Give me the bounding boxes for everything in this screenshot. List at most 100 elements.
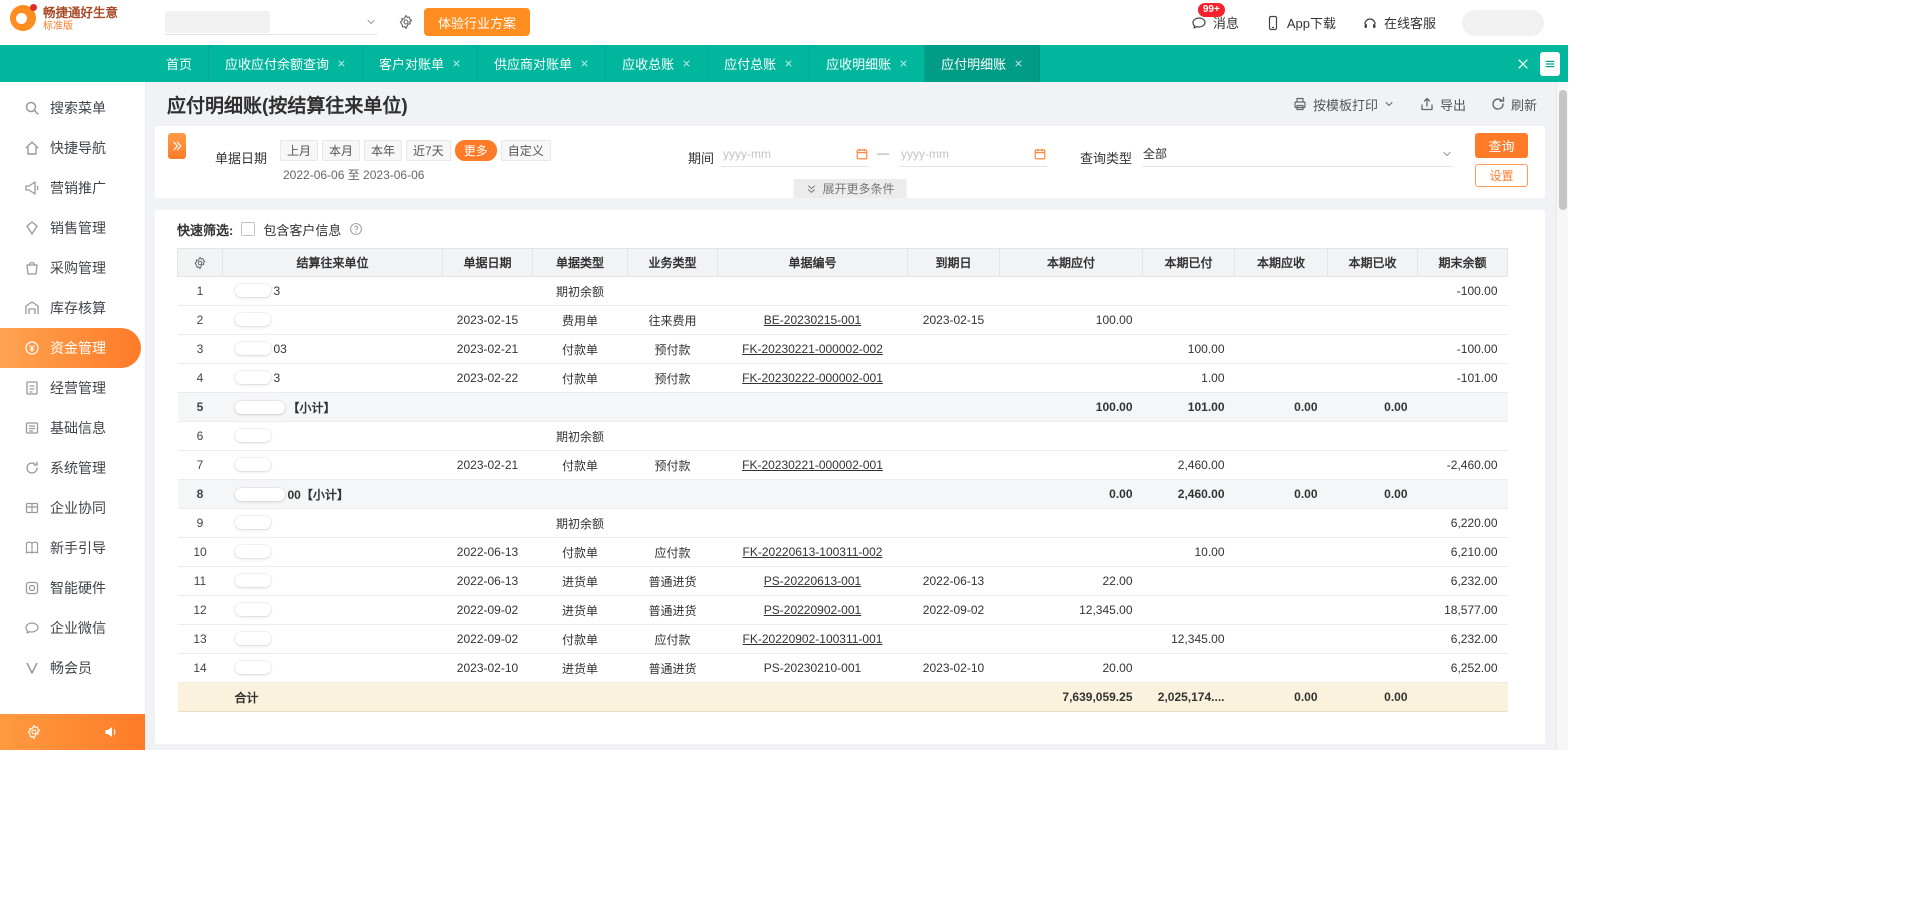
export-icon <box>1419 96 1435 112</box>
doc-no[interactable]: FK-20220613-100311-002 <box>717 537 908 567</box>
search-button[interactable]: 查询 <box>1475 133 1528 158</box>
tab-close-icon[interactable] <box>899 59 908 68</box>
calendar-icon[interactable] <box>1033 147 1047 161</box>
sidebar-item-marketing[interactable]: 营销推广 <box>0 168 145 208</box>
include-customer-checkbox[interactable] <box>241 222 256 236</box>
print-by-template-button[interactable]: 按模板打印 <box>1292 95 1395 114</box>
tab-close-icon[interactable] <box>337 59 346 68</box>
vertical-scrollbar[interactable] <box>1556 82 1568 750</box>
settlement-partner <box>222 537 443 567</box>
sidebar-item-sales[interactable]: 销售管理 <box>0 208 145 248</box>
period-receivable <box>1234 305 1328 335</box>
period-from-input[interactable] <box>721 145 851 162</box>
scrollbar-thumb[interactable] <box>1559 90 1567 210</box>
tab-home[interactable]: 首页 <box>150 45 210 82</box>
collapse-filters-button[interactable] <box>168 133 186 159</box>
calendar-icon[interactable] <box>855 147 869 161</box>
table-row: 3 03 2023-02-21 付款单 预付款 FK-20230221-000002-00… <box>177 334 1508 364</box>
tab-strip: 首页 应收应付余额查询 客户对账单 供应商对账单 应收总账 应付总账 应收明细账 应付明细账 <box>150 45 1041 82</box>
include-customer-label[interactable]: 包含客户信息 <box>263 220 341 239</box>
tab-ar-ap-balance[interactable]: 应收应付余额查询 <box>209 45 364 82</box>
period-received <box>1327 595 1418 625</box>
gear-icon[interactable] <box>398 14 414 30</box>
volume-icon[interactable] <box>103 724 119 740</box>
sidebar-item-beginner-guide[interactable]: 新手引导 <box>0 528 145 568</box>
tab-close-icon[interactable] <box>452 59 461 68</box>
column-header-settlement-partner[interactable]: 结算往来单位 <box>222 248 443 277</box>
sidebar-item-collaboration[interactable]: 企业协同 <box>0 488 145 528</box>
range-custom-button[interactable]: 自定义 <box>500 140 551 161</box>
range-button-3[interactable]: 近7天 <box>406 140 451 161</box>
org-selector[interactable] <box>165 9 377 35</box>
tab-close-icon[interactable] <box>784 59 793 68</box>
sidebar-item-base-info[interactable]: 基础信息 <box>0 408 145 448</box>
tab-close-icon[interactable] <box>580 59 589 68</box>
sidebar-item-inventory[interactable]: 库存核算 <box>0 288 145 328</box>
column-header-doc-date[interactable]: 单据日期 <box>442 248 533 277</box>
ending-balance: -2,460.00 <box>1417 450 1508 480</box>
sidebar-item-smart-hardware[interactable]: 智能硬件 <box>0 568 145 608</box>
doc-date-label: 单据日期 <box>215 151 268 166</box>
column-header-period-receivable[interactable]: 本期应收 <box>1234 248 1328 277</box>
column-header-period-payable[interactable]: 本期应付 <box>999 248 1143 277</box>
export-button[interactable]: 导出 <box>1419 95 1466 114</box>
column-header-due-date[interactable]: 到期日 <box>907 248 1000 277</box>
ending-balance: -100.00 <box>1417 334 1508 364</box>
tab-ap-detail[interactable]: 应付明细账 <box>925 45 1041 82</box>
trial-plan-button[interactable]: 体验行业方案 <box>424 8 531 36</box>
tab-list-button[interactable] <box>1540 51 1560 76</box>
period-to-field[interactable] <box>899 141 1047 167</box>
biz-type: 往来费用 <box>627 305 718 335</box>
column-header-biz-type[interactable]: 业务类型 <box>627 248 718 277</box>
app-download-button[interactable]: App下载 <box>1265 13 1336 32</box>
column-header-ending-balance[interactable]: 期末余额 <box>1417 248 1508 277</box>
tab-ar-general[interactable]: 应收总账 <box>606 45 709 82</box>
column-header-doc-type[interactable]: 单据类型 <box>532 248 628 277</box>
range-button-0[interactable]: 上月 <box>280 140 319 161</box>
doc-no[interactable]: FK-20220902-100311-001 <box>717 624 908 654</box>
sidebar-item-funds[interactable]: 资金管理 <box>0 328 141 368</box>
doc-no[interactable]: PS-20220902-001 <box>717 595 908 625</box>
column-header-doc-no[interactable]: 单据编号 <box>717 248 908 277</box>
tab-ar-detail[interactable]: 应收明细账 <box>810 45 926 82</box>
online-service-button[interactable]: 在线客服 <box>1362 13 1436 32</box>
doc-no[interactable]: BE-20230215-001 <box>717 305 908 335</box>
range-button-1[interactable]: 本月 <box>322 140 361 161</box>
row-number: 12 <box>177 595 223 625</box>
tab-ap-general[interactable]: 应付总账 <box>708 45 811 82</box>
period-to-input[interactable] <box>899 145 1029 162</box>
sidebar-item-purchase[interactable]: 采购管理 <box>0 248 145 288</box>
query-type-select[interactable]: 全部 <box>1143 141 1453 167</box>
tab-close-icon[interactable] <box>1014 59 1023 68</box>
range-more-button[interactable]: 更多 <box>454 140 497 161</box>
doc-no[interactable]: FK-20230222-000002-001 <box>717 363 908 393</box>
doc-no[interactable]: PS-20220613-001 <box>717 566 908 596</box>
tab-customer-statement[interactable]: 客户对账单 <box>363 45 479 82</box>
settings-gear-icon[interactable] <box>26 724 42 740</box>
doc-no[interactable]: FK-20230221-000002-002 <box>717 334 908 364</box>
sidebar-item-member[interactable]: 畅会员 <box>0 648 145 688</box>
sidebar-item-system[interactable]: 系统管理 <box>0 448 145 488</box>
sidebar-item-search-menu[interactable]: 搜索菜单 <box>0 88 145 128</box>
logo[interactable]: 畅捷通好生意 标准版 <box>10 4 118 33</box>
refresh-button[interactable]: 刷新 <box>1490 95 1537 114</box>
help-icon[interactable] <box>349 222 363 236</box>
period-from-field[interactable] <box>721 141 869 167</box>
column-header-period-paid[interactable]: 本期已付 <box>1142 248 1235 277</box>
messages-button[interactable]: 99+ 消息 <box>1191 3 1239 32</box>
range-button-2[interactable]: 本年 <box>364 140 403 161</box>
column-settings-header[interactable] <box>177 248 223 277</box>
doc-no[interactable]: FK-20230221-000002-001 <box>717 450 908 480</box>
due-date <box>907 450 1000 480</box>
headset-icon <box>1362 15 1378 31</box>
doc-type: 付款单 <box>532 363 628 393</box>
tabbar-close-icon[interactable] <box>1516 57 1530 71</box>
sidebar-item-wechat[interactable]: 企业微信 <box>0 608 145 648</box>
sidebar-item-quick-nav[interactable]: 快捷导航 <box>0 128 145 168</box>
settings-button[interactable]: 设置 <box>1475 164 1528 187</box>
tab-supplier-statement[interactable]: 供应商对账单 <box>478 45 607 82</box>
tab-close-icon[interactable] <box>682 59 691 68</box>
expand-more-button[interactable]: 展开更多条件 <box>793 179 907 198</box>
sidebar-item-operations[interactable]: 经营管理 <box>0 368 145 408</box>
column-header-period-received[interactable]: 本期已收 <box>1327 248 1418 277</box>
